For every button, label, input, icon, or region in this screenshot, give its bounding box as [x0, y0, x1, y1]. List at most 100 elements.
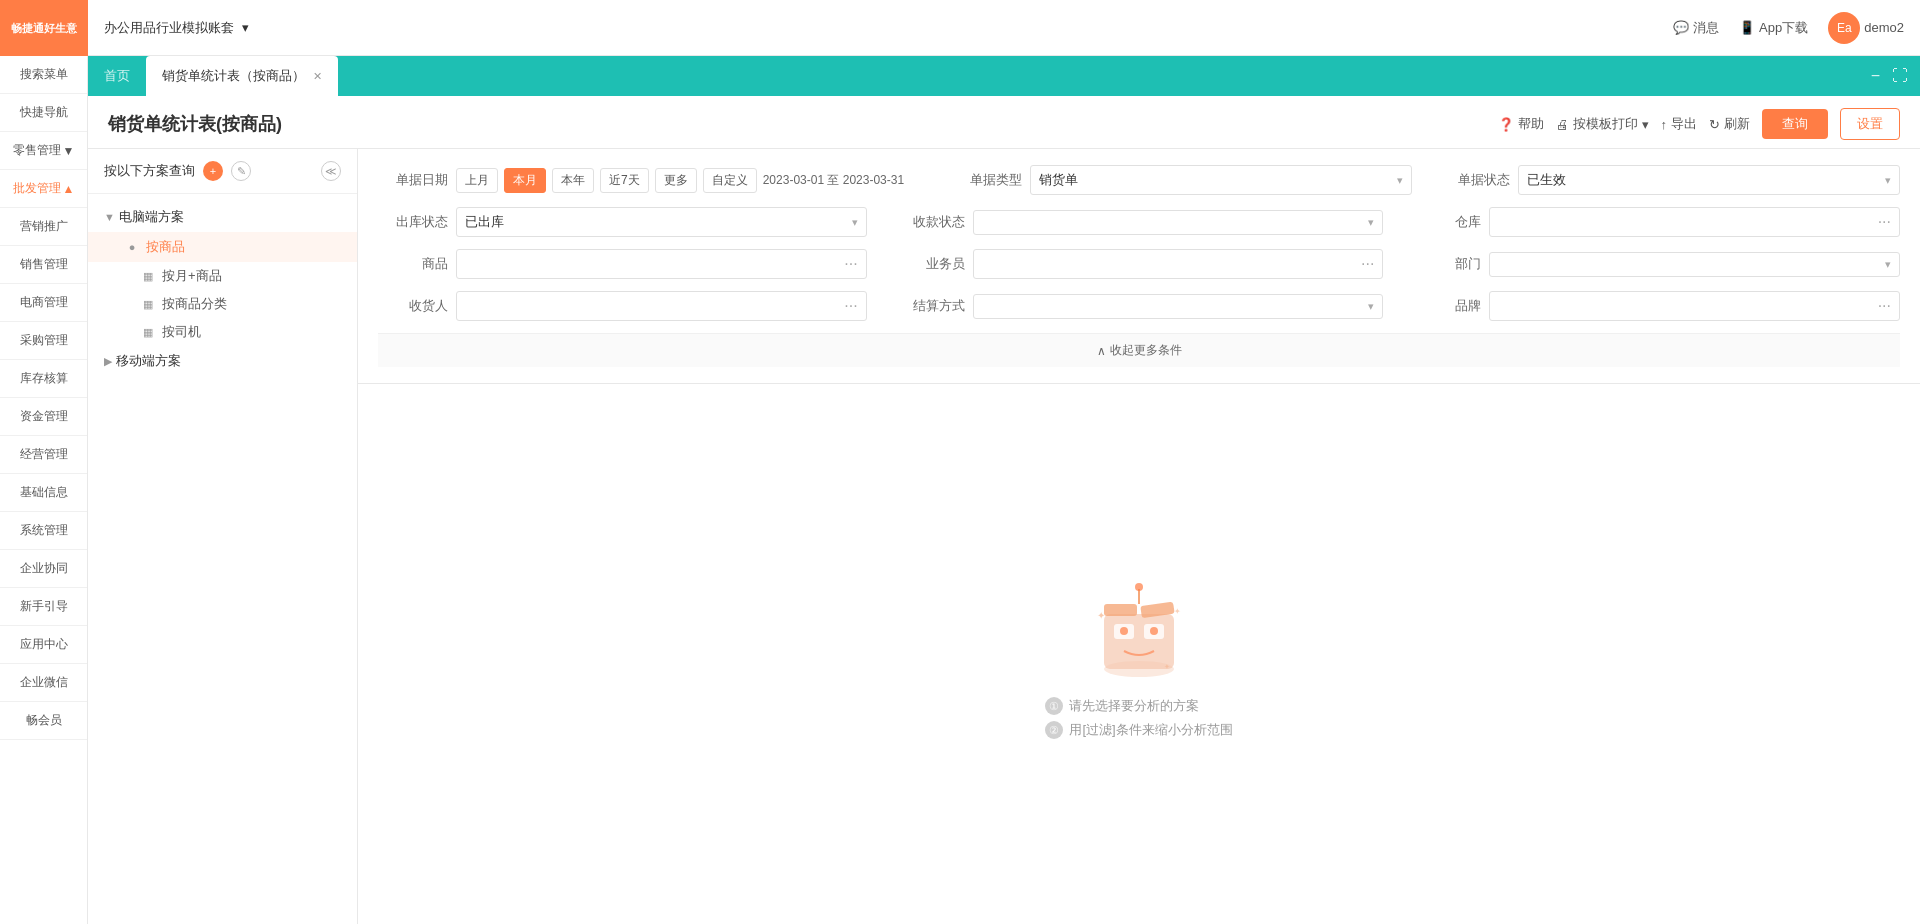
warehouse-input[interactable]: ···	[1489, 207, 1900, 237]
collapse-panel-button[interactable]: ≪	[321, 161, 341, 181]
page-title: 销货单统计表(按商品)	[108, 112, 282, 136]
sidebar-item-marketing[interactable]: 营销推广	[0, 208, 87, 246]
retail-arrow-icon: ▼	[63, 144, 75, 158]
svg-text:✦: ✦	[1174, 607, 1181, 616]
filter-row-1: 单据日期 上月 本月 本年 近7天 更多 自定义 2023-03-01 至 20…	[378, 165, 1900, 195]
tab-home[interactable]: 首页	[88, 56, 146, 96]
doc-status-select[interactable]: 已生效 ▾	[1518, 165, 1900, 195]
empty-state: ✦ ✦ ✦ ① 请先选择要分析的方案 ② 用[过滤]条件来缩小分析范围	[1045, 569, 1232, 739]
date-btn-this-year[interactable]: 本年	[552, 168, 594, 193]
svg-rect-1	[1104, 614, 1174, 669]
sidebar-item-enterprise-coop[interactable]: 企业协同	[0, 550, 87, 588]
tree-item-by-product[interactable]: ● 按商品	[88, 232, 357, 262]
receiver-control[interactable]: ···	[456, 291, 867, 321]
left-panel: 按以下方案查询 + ✎ ≪ ▼ 电脑端方案 ● 按商品	[88, 149, 358, 924]
date-range-display: 2023-03-01 至 2023-03-31	[763, 172, 904, 189]
message-button[interactable]: 💬 消息	[1673, 19, 1719, 37]
receiver-dots[interactable]: ···	[844, 297, 857, 315]
product-control[interactable]: ···	[456, 249, 867, 279]
brand-label: 品牌	[1411, 297, 1481, 315]
tree-group-pc[interactable]: ▼ 电脑端方案	[88, 202, 357, 232]
date-btn-custom[interactable]: 自定义	[703, 168, 757, 193]
brand-control[interactable]: ···	[1489, 291, 1900, 321]
settlement-select[interactable]: ▾	[973, 294, 1384, 319]
product-input[interactable]: ···	[456, 249, 867, 279]
date-btn-more[interactable]: 更多	[655, 168, 697, 193]
add-scheme-button[interactable]: +	[203, 161, 223, 181]
sidebar-item-wholesale[interactable]: 批发管理 ▲	[0, 170, 87, 208]
tree-item-by-product-category[interactable]: ▦ 按商品分类	[88, 290, 357, 318]
date-label: 单据日期	[378, 171, 448, 189]
payment-status-control[interactable]: ▾	[973, 210, 1384, 235]
doc-status-control[interactable]: 已生效 ▾	[1518, 165, 1900, 195]
refresh-button[interactable]: ↻ 刷新	[1709, 115, 1750, 133]
sidebar-item-sales[interactable]: 销售管理	[0, 246, 87, 284]
sidebar-item-basics[interactable]: 基础信息	[0, 474, 87, 512]
sidebar-item-member[interactable]: 畅会员	[0, 702, 87, 740]
sidebar-item-operations[interactable]: 经营管理	[0, 436, 87, 474]
product-dots[interactable]: ···	[844, 255, 857, 273]
payment-status-select[interactable]: ▾	[973, 210, 1384, 235]
doc-type-select[interactable]: 销货单 ▾	[1030, 165, 1412, 195]
breadcrumb-dropdown-icon[interactable]: ▾	[242, 20, 249, 35]
warehouse-label: 仓库	[1411, 213, 1481, 231]
print-icon: 🖨	[1556, 117, 1569, 132]
sidebar-item-finance[interactable]: 资金管理	[0, 398, 87, 436]
print-dropdown-icon[interactable]: ▾	[1642, 117, 1649, 132]
warehouse-dots[interactable]: ···	[1878, 213, 1891, 231]
user-profile[interactable]: Ea demo2	[1828, 12, 1904, 44]
collapse-filter-button[interactable]: ∧ 收起更多条件	[378, 333, 1900, 367]
export-button[interactable]: ↑ 导出	[1661, 115, 1698, 133]
sidebar-item-retail[interactable]: 零售管理 ▼	[0, 132, 87, 170]
app-download-button[interactable]: 📱 App下载	[1739, 19, 1808, 37]
svg-text:✦: ✦	[1097, 610, 1105, 621]
help-icon: ❓	[1498, 117, 1514, 132]
sidebar-item-procurement[interactable]: 采购管理	[0, 322, 87, 360]
sidebar-item-new-guide[interactable]: 新手引导	[0, 588, 87, 626]
page-header-actions: ❓ 帮助 🖨 按模板打印 ▾ ↑ 导出 ↻ 刷新 查询 设置	[1498, 108, 1901, 140]
doc-type-control[interactable]: 销货单 ▾	[1030, 165, 1412, 195]
window-minimize-button[interactable]: −	[1871, 67, 1880, 85]
tab-sales-stats[interactable]: 销货单统计表（按商品） ✕	[146, 56, 338, 96]
salesperson-input[interactable]: ···	[973, 249, 1384, 279]
receiver-input[interactable]: ···	[456, 291, 867, 321]
settlement-control[interactable]: ▾	[973, 294, 1384, 319]
date-btn-last-month[interactable]: 上月	[456, 168, 498, 193]
help-button[interactable]: ❓ 帮助	[1498, 115, 1544, 133]
left-panel-title: 按以下方案查询	[104, 162, 195, 180]
brand-dots[interactable]: ···	[1878, 297, 1891, 315]
payment-status-dropdown-icon: ▾	[1368, 216, 1374, 229]
sidebar-item-search[interactable]: 搜索菜单	[0, 56, 87, 94]
sidebar-item-inventory[interactable]: 库存核算	[0, 360, 87, 398]
salesperson-dots[interactable]: ···	[1361, 255, 1374, 273]
stock-status-select[interactable]: 已出库 ▾	[456, 207, 867, 237]
tree-item-by-month-product[interactable]: ▦ 按月+商品	[88, 262, 357, 290]
department-control[interactable]: ▾	[1489, 252, 1900, 277]
department-select[interactable]: ▾	[1489, 252, 1900, 277]
salesperson-control[interactable]: ···	[973, 249, 1384, 279]
filter-area: 单据日期 上月 本月 本年 近7天 更多 自定义 2023-03-01 至 20…	[358, 149, 1920, 384]
window-maximize-button[interactable]: ⛶	[1892, 67, 1908, 85]
warehouse-control[interactable]: ···	[1489, 207, 1900, 237]
date-btn-this-month[interactable]: 本月	[504, 168, 546, 193]
left-panel-header: 按以下方案查询 + ✎ ≪	[88, 149, 357, 194]
template-print-button[interactable]: 🖨 按模板打印 ▾	[1556, 115, 1649, 133]
edit-scheme-button[interactable]: ✎	[231, 161, 251, 181]
sidebar-item-system[interactable]: 系统管理	[0, 512, 87, 550]
query-button[interactable]: 查询	[1762, 109, 1828, 139]
date-btn-last-7-days[interactable]: 近7天	[600, 168, 649, 193]
tree-group-mobile[interactable]: ▶ 移动端方案	[88, 346, 357, 376]
sidebar-item-app-center[interactable]: 应用中心	[0, 626, 87, 664]
settings-button[interactable]: 设置	[1840, 108, 1900, 140]
settlement-label: 结算方式	[895, 297, 965, 315]
brand-input[interactable]: ···	[1489, 291, 1900, 321]
doc-status-value: 已生效	[1527, 171, 1566, 189]
doc-type-dropdown-icon: ▾	[1397, 174, 1403, 187]
tab-close-icon[interactable]: ✕	[313, 70, 322, 83]
svg-point-5	[1150, 627, 1158, 635]
sidebar-item-ecommerce[interactable]: 电商管理	[0, 284, 87, 322]
sidebar-item-enterprise-wechat[interactable]: 企业微信	[0, 664, 87, 702]
tree-item-by-cashier[interactable]: ▦ 按司机	[88, 318, 357, 346]
sidebar-item-quick-nav[interactable]: 快捷导航	[0, 94, 87, 132]
stock-status-control[interactable]: 已出库 ▾	[456, 207, 867, 237]
